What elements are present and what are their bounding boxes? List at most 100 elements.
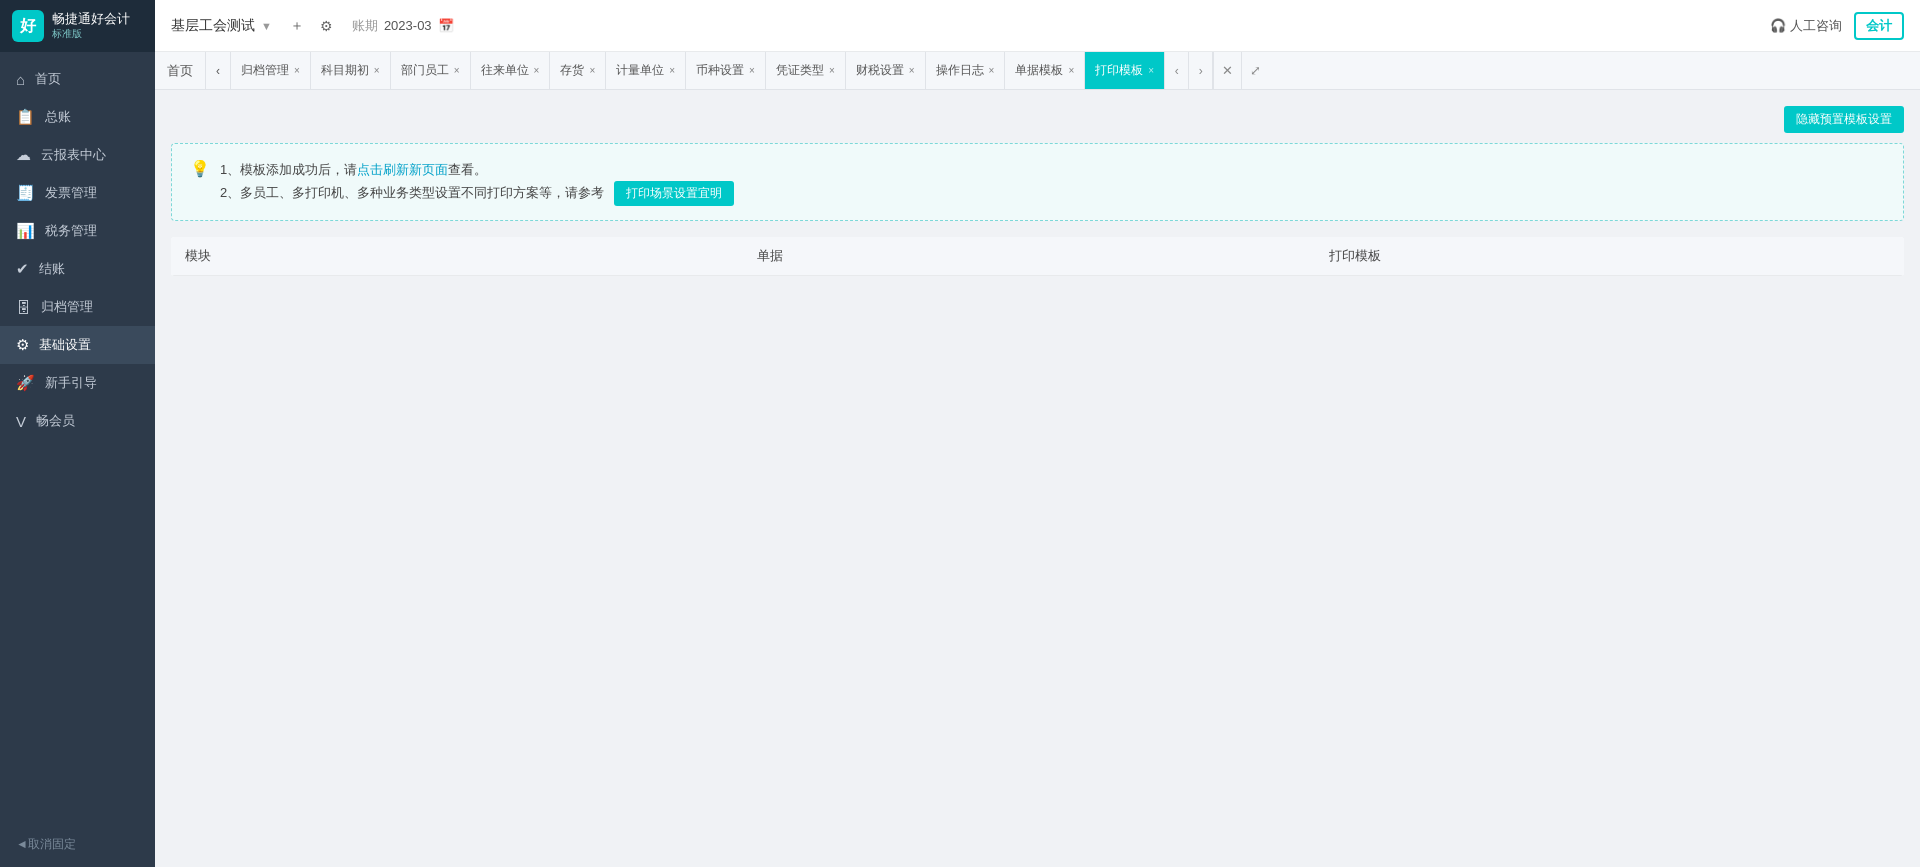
add-tab-btn[interactable]: ＋	[284, 13, 310, 39]
help-btn[interactable]: 🎧 人工咨询	[1770, 17, 1842, 35]
notice-line1-after: 查看。	[448, 162, 487, 177]
sidebar-menu: ⌂ 首页 📋总账☁云报表中心🧾发票管理 📊 税务管理 ✔ 结账 🗄归档管理 ⚙ 基础设置 🚀新手引导…	[0, 52, 155, 822]
tab-label: 币种设置	[696, 62, 744, 79]
tab-prev-btn[interactable]: ‹	[1165, 52, 1189, 90]
settings-top-right: 隐藏预置模板设置	[171, 106, 1904, 133]
period-value: 2023-03	[384, 18, 432, 33]
tab-close-icon[interactable]: ×	[534, 65, 540, 76]
settings-btn[interactable]: ⚙	[314, 13, 340, 39]
sidebar-item-ledger[interactable]: 📋总账	[0, 98, 155, 136]
tab-部门员工[interactable]: 部门员工 ×	[391, 52, 471, 90]
tab-close-icon[interactable]: ×	[374, 65, 380, 76]
sidebar-item-tax[interactable]: 📊 税务管理	[0, 212, 155, 250]
sidebar-label-archive: 归档管理	[41, 298, 93, 316]
notice-line1: 1、模板添加成功后，请点击刷新新页面查看。	[220, 158, 734, 181]
tab-expand-btn[interactable]: ⤢	[1241, 52, 1269, 90]
tab-close-icon[interactable]: ×	[989, 65, 995, 76]
topbar-actions: ＋ ⚙	[284, 13, 340, 39]
period-label: 账期	[352, 17, 378, 35]
ledger-icon: 📋	[16, 108, 35, 126]
sidebar-item-settlement[interactable]: ✔ 结账	[0, 250, 155, 288]
notice-line2-before: 2、多员工、多打印机、多种业务类型设置不同打印方案等，请参考	[220, 185, 604, 200]
sidebar-label-guide: 新手引导	[45, 374, 97, 392]
tab-label: 单据模板	[1015, 62, 1063, 79]
sidebar-item-home[interactable]: ⌂ 首页	[0, 60, 155, 98]
sidebar-label-member: 畅会员	[36, 412, 75, 430]
sidebar-item-guide[interactable]: 🚀新手引导	[0, 364, 155, 402]
logo-text-block: 畅捷通好会计 标准版	[52, 11, 130, 42]
explain-btn[interactable]: 打印场景设置宜明	[614, 181, 734, 206]
unpin-label: ◄取消固定	[16, 836, 76, 853]
tab-存货[interactable]: 存货 ×	[550, 52, 606, 90]
tab-close-icon[interactable]: ×	[829, 65, 835, 76]
reports-icon: ☁	[16, 146, 31, 164]
notice-content: 💡 1、模板添加成功后，请点击刷新新页面查看。 2、多员工、多打印机、多种业务类…	[190, 158, 1885, 206]
sidebar: 好 畅捷通好会计 标准版 ⌂ 首页 📋总账☁云报表中心🧾发票管理 📊 税务管理 ✔ 结账 🗄归…	[0, 0, 155, 867]
sidebar-label-settlement: 结账	[39, 260, 65, 278]
table-header-row: 模块 单据 打印模板	[171, 237, 1904, 276]
sidebar-label-settings: 基础设置	[39, 336, 91, 354]
org-dropdown-icon: ▼	[261, 20, 272, 32]
col-header-module: 模块	[171, 237, 743, 276]
tab-label: 存货	[560, 62, 584, 79]
tabbar: 首页 ‹ 归档管理×科目期初×部门员工×往来单位×存货×计量单位×币种设置×凭证…	[155, 52, 1920, 90]
help-label: 人工咨询	[1790, 17, 1842, 35]
settings-icon: ⚙	[16, 336, 29, 354]
tab-label: 归档管理	[241, 62, 289, 79]
tab-close-icon[interactable]: ×	[1148, 65, 1154, 76]
notice-text: 1、模板添加成功后，请点击刷新新页面查看。 2、多员工、多打印机、多种业务类型设…	[220, 158, 734, 206]
tab-币种设置[interactable]: 币种设置 ×	[686, 52, 766, 90]
tab-close-icon[interactable]: ×	[669, 65, 675, 76]
tab-凭证类型[interactable]: 凭证类型×	[766, 52, 846, 90]
content-area: 隐藏预置模板设置 💡 1、模板添加成功后，请点击刷新新页面查看。 2、多员工、多…	[155, 90, 1920, 867]
headset-icon: 🎧	[1770, 18, 1786, 33]
tab-close-icon[interactable]: ×	[294, 65, 300, 76]
tab-label: 打印模板	[1095, 62, 1143, 79]
tab-close-icon[interactable]: ×	[749, 65, 755, 76]
tab-back-nav[interactable]: ‹	[206, 52, 231, 90]
tab-财税设置[interactable]: 财税设置 ×	[846, 52, 926, 90]
tab-home[interactable]: 首页	[155, 52, 206, 90]
settlement-icon: ✔	[16, 260, 29, 278]
hide-preview-btn[interactable]: 隐藏预置模板设置	[1784, 106, 1904, 133]
sidebar-label-home: 首页	[35, 70, 61, 88]
tab-计量单位[interactable]: 计量单位 ×	[606, 52, 686, 90]
topbar-right: 🎧 人工咨询 会计	[1770, 12, 1904, 40]
sidebar-item-archive[interactable]: 🗄归档管理	[0, 288, 155, 326]
tab-打印模板[interactable]: 打印模板 ×	[1085, 52, 1165, 90]
sidebar-item-member[interactable]: V 畅会员	[0, 402, 155, 440]
sidebar-item-reports[interactable]: ☁云报表中心	[0, 136, 155, 174]
member-icon: V	[16, 413, 26, 430]
tab-label: 部门员工	[401, 62, 449, 79]
home-icon: ⌂	[16, 71, 25, 88]
tax-icon: 📊	[16, 222, 35, 240]
kuaiji-btn[interactable]: 会计	[1854, 12, 1904, 40]
tab-label: 计量单位	[616, 62, 664, 79]
tab-label: 财税设置	[856, 62, 904, 79]
tab-close-icon[interactable]: ×	[909, 65, 915, 76]
tab-科目期初[interactable]: 科目期初×	[311, 52, 391, 90]
sidebar-unpin-btn[interactable]: ◄取消固定	[0, 822, 155, 867]
notice-refresh-link[interactable]: 点击刷新新页面	[357, 162, 448, 177]
sidebar-label-tax: 税务管理	[45, 222, 97, 240]
bulb-icon: 💡	[190, 159, 210, 178]
sidebar-item-settings[interactable]: ⚙ 基础设置	[0, 326, 155, 364]
calendar-icon[interactable]: 📅	[438, 18, 454, 33]
tab-close-icon[interactable]: ×	[454, 65, 460, 76]
tab-close-all-btn[interactable]: ✕	[1213, 52, 1241, 90]
tab-next-btn[interactable]: ›	[1189, 52, 1213, 90]
notice-line2: 2、多员工、多打印机、多种业务类型设置不同打印方案等，请参考 打印场景设置宜明	[220, 181, 734, 206]
sidebar-item-invoice[interactable]: 🧾发票管理	[0, 174, 155, 212]
tab-往来单位[interactable]: 往来单位 ×	[471, 52, 551, 90]
print-template-table: 模块 单据 打印模板	[171, 237, 1904, 276]
tab-label: 往来单位	[481, 62, 529, 79]
org-selector[interactable]: 基层工会测试 ▼	[171, 17, 272, 35]
tab-操作日志[interactable]: 操作日志 ×	[926, 52, 1006, 90]
tab-归档管理[interactable]: 归档管理 ×	[231, 52, 311, 90]
tab-close-icon[interactable]: ×	[589, 65, 595, 76]
tab-单据模板[interactable]: 单据模板 ×	[1005, 52, 1085, 90]
tab-label: 操作日志	[936, 62, 984, 79]
col-header-form: 单据	[743, 237, 1315, 276]
tab-close-icon[interactable]: ×	[1068, 65, 1074, 76]
app-logo-icon: 好	[12, 10, 44, 42]
